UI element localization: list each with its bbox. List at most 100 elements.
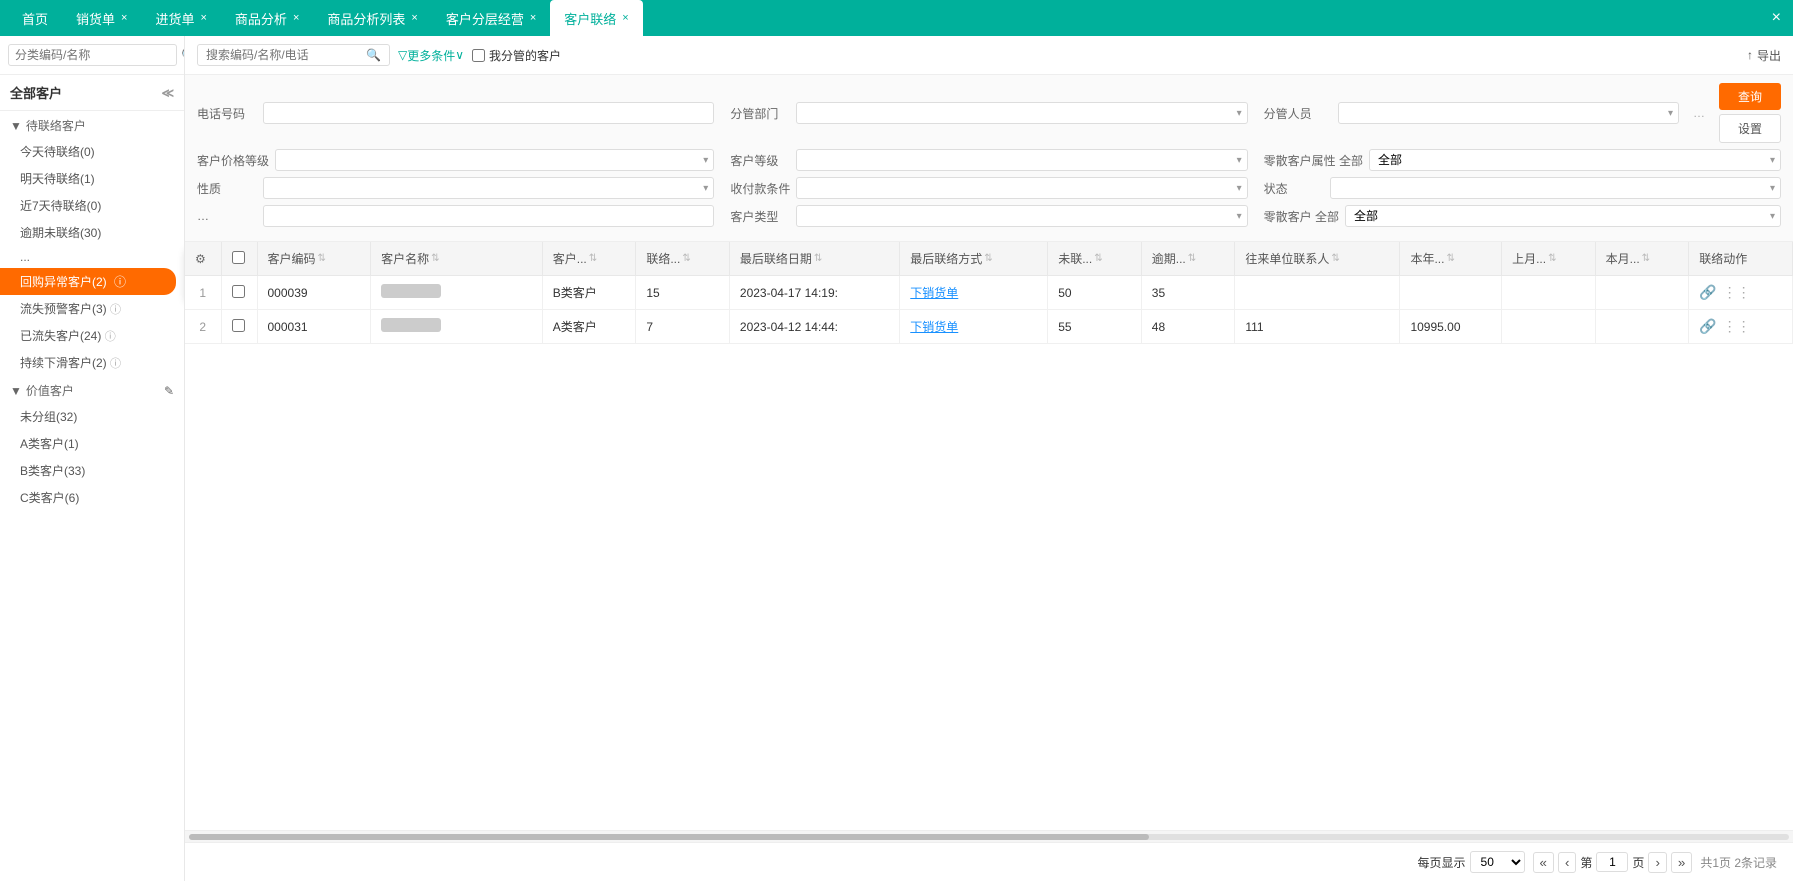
more-conditions-button[interactable]: ▽ 更多条件 ∨ <box>398 47 464 64</box>
value-customers-section[interactable]: ▼ 价值客户 ✎ <box>0 376 184 403</box>
retail-customer-select[interactable]: 全部 <box>1345 205 1781 227</box>
close-tab-icon[interactable]: × <box>121 12 127 24</box>
sort-lastmonth-icon[interactable]: ⇅ <box>1548 253 1556 264</box>
my-customers-checkbox[interactable]: 我分管的客户 <box>472 47 561 64</box>
sort-person-icon[interactable]: ⇅ <box>1331 253 1339 264</box>
phone-input[interactable] <box>263 102 714 124</box>
first-page-button[interactable]: « <box>1533 852 1554 873</box>
nav-item-进货单[interactable]: 进货单× <box>141 0 220 36</box>
last-page-button[interactable]: » <box>1671 852 1692 873</box>
nav-item-销货单[interactable]: 销货单× <box>62 0 141 36</box>
sort-method-icon[interactable]: ⇅ <box>984 253 992 264</box>
customer-type-select[interactable] <box>796 205 1247 227</box>
sidebar-item-value[interactable]: C类客户(6) <box>0 484 184 511</box>
nav-item-客户分层经营[interactable]: 客户分层经营× <box>432 0 550 36</box>
page-input[interactable] <box>1596 852 1628 872</box>
payment-label: 收付款条件 <box>730 180 790 197</box>
contact-count: 7 <box>636 310 730 344</box>
sidebar: 🔍 全部客户 ≪ ▼ 待联络客户 今天待联络(0)明天待联络(1)近7天待联络(… <box>0 36 185 881</box>
sidebar-item-value[interactable]: B类客户(33) <box>0 457 184 484</box>
close-tab-icon[interactable]: × <box>530 12 536 24</box>
close-all-tabs-button[interactable]: × <box>1772 9 1781 27</box>
sort-overdue-icon[interactable]: ⇅ <box>1188 253 1196 264</box>
sort-not-icon[interactable]: ⇅ <box>1094 253 1102 264</box>
nav-item-客户联络[interactable]: 客户联络× <box>550 0 642 36</box>
search-box: 🔍 <box>197 44 390 66</box>
page-suffix: 页 <box>1632 854 1644 871</box>
manager-more-icon[interactable]: … <box>1693 106 1705 120</box>
close-tab-icon[interactable]: × <box>411 12 417 24</box>
status-select[interactable] <box>1330 177 1781 199</box>
nature-label: 性质 <box>197 180 257 197</box>
sort-name-icon[interactable]: ⇅ <box>431 253 439 264</box>
sort-contact-icon[interactable]: ⇅ <box>682 253 690 264</box>
sidebar-search-input[interactable] <box>8 44 177 66</box>
prev-page-button[interactable]: ‹ <box>1558 852 1576 873</box>
sidebar-search-area: 🔍 <box>0 36 184 75</box>
top-nav: 首页销货单×进货单×商品分析×商品分析列表×客户分层经营×客户联络× × <box>0 0 1793 36</box>
nav-item-首页[interactable]: 首页 <box>8 0 62 36</box>
table-row: 1 000039 B类客户 15 2023-04-17 14:19: 下销货单 … <box>185 276 1793 310</box>
nature-select[interactable] <box>263 177 714 199</box>
more-pending-button[interactable]: ... <box>0 246 184 268</box>
sidebar-item-pending[interactable]: 近7天待联络(0) <box>0 192 184 219</box>
extra-input[interactable] <box>263 205 714 227</box>
row-checkbox[interactable] <box>221 276 257 310</box>
export-button[interactable]: ↑ 导出 <box>1747 47 1781 64</box>
phone-label: 电话号码 <box>197 105 257 122</box>
more-action-icon[interactable]: ⋮⋮ <box>1723 284 1751 301</box>
dept-select[interactable] <box>796 102 1247 124</box>
row-select-checkbox[interactable] <box>232 319 245 332</box>
settings-button[interactable]: 设置 <box>1719 114 1781 143</box>
sidebar-item-other[interactable]: 已流失客户(24) ⓘ <box>0 322 184 349</box>
select-all-checkbox[interactable] <box>232 251 245 264</box>
horizontal-scrollbar[interactable] <box>185 830 1793 842</box>
overdue-days: 48 <box>1141 310 1235 344</box>
sidebar-item-other[interactable]: 持续下滑客户(2) ⓘ <box>0 349 184 376</box>
search-icon[interactable]: 🔍 <box>366 48 381 62</box>
contact-action-icon[interactable]: 🔗 <box>1699 318 1716 335</box>
sidebar-item-value[interactable]: A类客户(1) <box>0 430 184 457</box>
edit-icon[interactable]: ✎ <box>164 384 174 398</box>
sort-code-icon[interactable]: ⇅ <box>318 253 326 264</box>
th-last-date: 最后联络日期⇅ <box>729 242 899 276</box>
close-tab-icon[interactable]: × <box>200 12 206 24</box>
gear-icon[interactable]: ⚙ <box>195 252 206 266</box>
sort-year-icon[interactable]: ⇅ <box>1446 253 1454 264</box>
row-select-checkbox[interactable] <box>232 285 245 298</box>
nav-item-商品分析列表[interactable]: 商品分析列表× <box>313 0 431 36</box>
next-page-button[interactable]: › <box>1648 852 1666 873</box>
contact-action-icon[interactable]: 🔗 <box>1699 284 1716 301</box>
per-page-select[interactable]: 50 100 200 <box>1470 851 1525 873</box>
this-year-amount <box>1400 276 1502 310</box>
search-input[interactable] <box>206 48 366 62</box>
payment-select[interactable] <box>796 177 1247 199</box>
this-month-amount <box>1595 310 1689 344</box>
sort-date-icon[interactable]: ⇅ <box>814 253 822 264</box>
manager-select[interactable] <box>1338 102 1679 124</box>
dept-label: 分管部门 <box>730 105 790 122</box>
price-grade-select[interactable] <box>275 149 714 171</box>
sidebar-item-pending[interactable]: 明天待联络(1) <box>0 165 184 192</box>
sidebar-item-other[interactable]: 流失预警客户(3) ⓘ <box>0 295 184 322</box>
sort-ctype-icon[interactable]: ⇅ <box>589 253 597 264</box>
sidebar-item-pending[interactable]: 逾期未联络(30) <box>0 219 184 246</box>
my-customers-check[interactable] <box>472 49 485 62</box>
collapse-sidebar-button[interactable]: ≪ <box>161 86 174 100</box>
th-contact-count: 联络...⇅ <box>636 242 730 276</box>
sort-month-icon[interactable]: ⇅ <box>1642 253 1650 264</box>
sidebar-item-pending[interactable]: 今天待联络(0) <box>0 138 184 165</box>
close-tab-icon[interactable]: × <box>622 12 628 24</box>
row-checkbox[interactable] <box>221 310 257 344</box>
sidebar-item-value[interactable]: 未分组(32) <box>0 403 184 430</box>
more-action-icon[interactable]: ⋮⋮ <box>1723 318 1751 335</box>
query-button[interactable]: 查询 <box>1719 83 1781 110</box>
last-contact-method[interactable]: 下销货单 <box>900 310 1048 344</box>
customer-grade-select[interactable] <box>796 149 1247 171</box>
sidebar-item-active[interactable]: 回购异常客户(2) ⓘ <box>0 268 176 295</box>
nav-item-商品分析[interactable]: 商品分析× <box>221 0 313 36</box>
th-not-contact: 未联...⇅ <box>1048 242 1142 276</box>
last-contact-method[interactable]: 下销货单 <box>900 276 1048 310</box>
retail-attr-select[interactable]: 全部 <box>1369 149 1781 171</box>
close-tab-icon[interactable]: × <box>293 12 299 24</box>
